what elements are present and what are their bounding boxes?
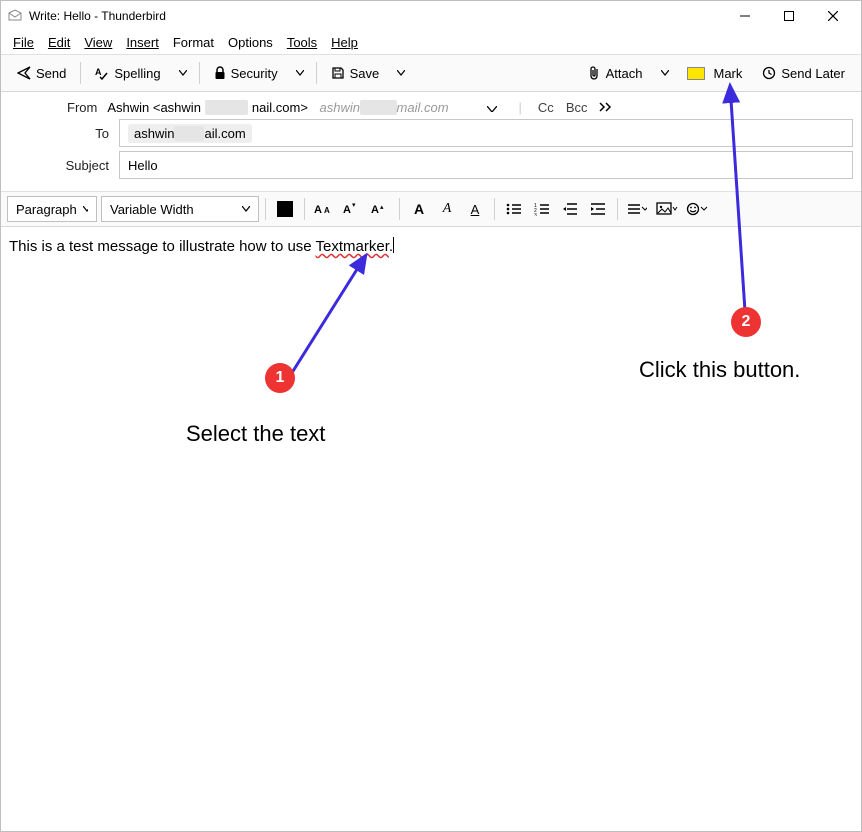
font-size-decrease-button[interactable]: A▾ (339, 197, 365, 221)
svg-text:A: A (371, 204, 379, 216)
menu-help[interactable]: Help (325, 33, 364, 52)
message-body[interactable]: This is a test message to illustrate how… (1, 227, 861, 787)
send-button[interactable]: Send (9, 62, 74, 85)
svg-text:A: A (314, 204, 322, 216)
mark-button[interactable]: Mark (679, 62, 751, 85)
svg-text:3: 3 (534, 213, 537, 216)
annotation-text-1: Select the text (186, 421, 325, 447)
attach-dropdown[interactable] (655, 66, 675, 80)
separator (80, 62, 81, 84)
menu-insert[interactable]: Insert (120, 33, 165, 52)
security-dropdown[interactable] (290, 66, 310, 80)
text-cursor (393, 237, 394, 253)
window-title: Write: Hello - Thunderbird (29, 9, 166, 23)
subject-label: Subject (9, 158, 119, 173)
annotation-text-2: Click this button. (639, 357, 800, 383)
format-toolbar: Paragraph Variable Width AA A▾ A▴ A A A … (1, 192, 861, 227)
menu-edit[interactable]: Edit (42, 33, 76, 52)
annotation-marker-2: 2 (731, 307, 761, 337)
menu-view[interactable]: View (78, 33, 118, 52)
security-button[interactable]: Security (206, 62, 286, 85)
svg-text:▴: ▴ (380, 204, 384, 211)
spelling-button[interactable]: A Spelling (87, 62, 168, 85)
font-select[interactable]: Variable Width (101, 196, 259, 222)
main-toolbar: Send A Spelling Security Save Attach Mar… (1, 54, 861, 92)
insert-image-button[interactable] (654, 197, 680, 221)
menu-options[interactable]: Options (222, 33, 279, 52)
more-recipients-button[interactable] (599, 100, 615, 115)
highlight-swatch-icon (687, 67, 705, 80)
spelling-dropdown[interactable] (173, 66, 193, 80)
numbered-list-button[interactable]: 123 (529, 197, 555, 221)
svg-text:A: A (95, 67, 102, 77)
recipient-pill[interactable]: ashwinxxxxail.com (128, 124, 252, 143)
compose-headers: From Ashwin <ashwinxxxxxxnail.com> ashwi… (1, 92, 861, 192)
bullet-list-button[interactable] (501, 197, 527, 221)
from-dropdown[interactable] (487, 100, 497, 115)
outdent-button[interactable] (557, 197, 583, 221)
minimize-button[interactable] (723, 2, 767, 30)
redacted: xxxxx (360, 100, 397, 115)
bold-button[interactable]: A (406, 197, 432, 221)
underline-button[interactable]: A (462, 197, 488, 221)
menubar: File Edit View Insert Format Options Too… (1, 31, 861, 54)
annotation-marker-1: 1 (265, 363, 295, 393)
send-later-button[interactable]: Send Later (754, 62, 853, 85)
font-size-increase-button[interactable]: A▴ (367, 197, 393, 221)
bcc-button[interactable]: Bcc (566, 100, 588, 115)
separator (316, 62, 317, 84)
italic-button[interactable]: A (434, 197, 460, 221)
svg-text:▾: ▾ (352, 202, 356, 209)
body-text: This is a test message to illustrate how… (9, 238, 394, 255)
redacted: xxxxxx (205, 100, 248, 115)
to-label: To (9, 126, 119, 141)
close-button[interactable] (811, 2, 855, 30)
menu-tools[interactable]: Tools (281, 33, 323, 52)
menu-file[interactable]: File (7, 33, 40, 52)
font-size-reset-button[interactable]: AA (311, 197, 337, 221)
from-label: From (9, 100, 107, 115)
from-field[interactable]: Ashwin <ashwinxxxxxxnail.com> ashwinxxxx… (107, 100, 853, 115)
svg-text:A: A (324, 206, 330, 215)
align-button[interactable] (624, 197, 650, 221)
paragraph-style-select[interactable]: Paragraph (7, 196, 97, 222)
separator (199, 62, 200, 84)
save-dropdown[interactable] (391, 66, 411, 80)
titlebar: Write: Hello - Thunderbird (1, 1, 861, 31)
svg-text:A: A (343, 204, 351, 216)
emoji-button[interactable] (684, 197, 710, 221)
maximize-button[interactable] (767, 2, 811, 30)
text-color-button[interactable] (272, 197, 298, 221)
cc-button[interactable]: Cc (538, 100, 554, 115)
menu-format[interactable]: Format (167, 33, 220, 52)
save-button[interactable]: Save (323, 62, 388, 85)
attach-button[interactable]: Attach (579, 61, 651, 85)
app-icon (7, 8, 23, 24)
subject-field[interactable]: Hello (119, 151, 853, 179)
indent-button[interactable] (585, 197, 611, 221)
to-field[interactable]: ashwinxxxxail.com (119, 119, 853, 147)
